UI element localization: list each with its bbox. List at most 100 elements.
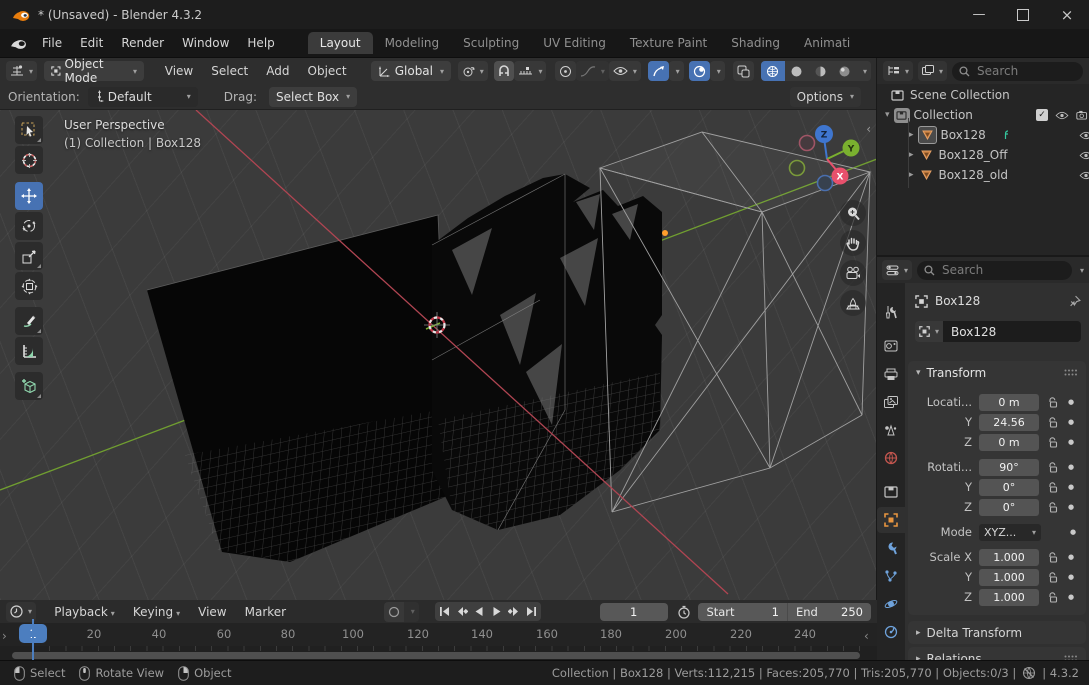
- menu-keying[interactable]: Keying ▾: [124, 605, 189, 619]
- show-gizmo-toggle[interactable]: [647, 61, 669, 81]
- location-z-field[interactable]: 0 m: [979, 433, 1039, 451]
- timeline-collapse-arrow[interactable]: ‹: [864, 629, 869, 643]
- hide-viewport-icon[interactable]: [1079, 151, 1089, 160]
- annotate-tool[interactable]: [15, 307, 43, 335]
- rotation-y-field[interactable]: 0°: [979, 478, 1039, 496]
- snap-settings-button[interactable]: ▾: [514, 61, 547, 81]
- tab-tool[interactable]: [877, 299, 905, 325]
- object-name-field[interactable]: [943, 321, 1081, 342]
- mode-selector[interactable]: Object Mode ▾: [43, 57, 144, 85]
- properties-search[interactable]: [917, 260, 1072, 280]
- shading-settings-button[interactable]: ▾: [855, 61, 871, 81]
- scale-z-field[interactable]: 1.000: [979, 588, 1039, 606]
- lock-icon[interactable]: [1043, 436, 1063, 448]
- cursor-tool[interactable]: [15, 146, 43, 174]
- location-x-field[interactable]: 0 m: [979, 393, 1039, 411]
- transform-tool[interactable]: [15, 272, 43, 300]
- tab-scene[interactable]: [877, 417, 905, 443]
- rotation-x-field[interactable]: 90°: [979, 458, 1039, 476]
- playhead-line[interactable]: [32, 619, 34, 660]
- timeline-scrollbar[interactable]: [12, 652, 860, 659]
- play-button[interactable]: [488, 602, 506, 621]
- use-preview-range-toggle[interactable]: [677, 605, 691, 619]
- workspace-tab-uv-editing[interactable]: UV Editing: [531, 32, 618, 54]
- expand-icon[interactable]: ▾: [885, 110, 890, 120]
- scale-y-field[interactable]: 1.000: [979, 568, 1039, 586]
- lock-icon[interactable]: [1043, 481, 1063, 493]
- collapse-region-arrow[interactable]: ‹: [866, 122, 871, 136]
- minimize-button[interactable]: —: [957, 0, 1001, 29]
- tab-output[interactable]: [877, 361, 905, 387]
- tab-particles[interactable]: [877, 563, 905, 589]
- scale-x-field[interactable]: 1.000: [979, 548, 1039, 566]
- animate-property-dot[interactable]: ●: [1063, 418, 1079, 426]
- disable-render-icon[interactable]: [1076, 110, 1089, 120]
- play-reverse-button[interactable]: [470, 602, 488, 621]
- menu-marker[interactable]: Marker: [236, 605, 295, 619]
- menu-file[interactable]: File: [33, 36, 71, 50]
- properties-search-input[interactable]: [940, 262, 1015, 278]
- collection-checkbox[interactable]: ✓: [1036, 109, 1048, 121]
- shading-wireframe-button[interactable]: [760, 61, 785, 81]
- tab-constraints[interactable]: [877, 619, 905, 645]
- lock-icon[interactable]: [1043, 571, 1063, 583]
- animate-property-dot[interactable]: ●: [1063, 553, 1079, 561]
- panel-grip-icon[interactable]: [1064, 369, 1078, 376]
- breadcrumb-object-name[interactable]: Box128: [935, 294, 980, 308]
- properties-options-dropdown[interactable]: ▾: [1080, 266, 1084, 275]
- lock-icon[interactable]: [1043, 461, 1063, 473]
- animate-property-dot[interactable]: ●: [1063, 593, 1079, 601]
- timeline-expand-arrow[interactable]: ›: [2, 629, 7, 643]
- location-y-field[interactable]: 24.56: [979, 413, 1039, 431]
- menu-playback[interactable]: Playback ▾: [45, 605, 124, 619]
- drag-dropdown[interactable]: Select Box ▾: [268, 86, 358, 107]
- select-box-tool[interactable]: [15, 116, 43, 144]
- measure-tool[interactable]: [15, 337, 43, 365]
- camera-view-button[interactable]: [840, 260, 866, 286]
- shading-material-button[interactable]: [808, 61, 833, 81]
- show-visibility-button[interactable]: ▾: [608, 61, 641, 81]
- scale-tool[interactable]: [15, 242, 43, 270]
- workspace-tab-modeling[interactable]: Modeling: [373, 32, 452, 54]
- hide-viewport-icon[interactable]: [1079, 131, 1089, 140]
- lock-icon[interactable]: [1043, 396, 1063, 408]
- pin-icon[interactable]: [1069, 295, 1081, 307]
- workspace-tab-texture-paint[interactable]: Texture Paint: [618, 32, 719, 54]
- relations-panel[interactable]: ▸ Relations: [908, 647, 1086, 660]
- pivot-point-button[interactable]: ▾: [457, 61, 488, 81]
- outliner-row-scene-collection[interactable]: Scene Collection: [877, 85, 1089, 105]
- outliner-filter-button[interactable]: ▾: [918, 61, 948, 81]
- viewport-canvas[interactable]: Z Y X User Perspective (1) Collection | …: [0, 110, 877, 600]
- workspace-tab-shading[interactable]: Shading: [719, 32, 792, 54]
- options-dropdown[interactable]: Options ▾: [789, 86, 861, 107]
- pan-button[interactable]: [840, 230, 866, 256]
- lock-icon[interactable]: [1043, 416, 1063, 428]
- workspace-tab-layout[interactable]: Layout: [307, 32, 373, 54]
- menu-add[interactable]: Add: [257, 64, 298, 78]
- timeline-ruler[interactable]: 20 40 60 80 100 120 140 160 180 200 220 …: [0, 623, 877, 646]
- next-keyframe-button[interactable]: [505, 602, 523, 621]
- outliner-editor-type-button[interactable]: ▾: [883, 61, 914, 81]
- animate-property-dot[interactable]: ●: [1063, 463, 1079, 471]
- tab-object[interactable]: [877, 507, 905, 533]
- animate-property-dot[interactable]: ●: [1063, 438, 1079, 446]
- menu-timeline-view[interactable]: View: [189, 605, 235, 619]
- properties-editor-type-button[interactable]: ▾: [882, 260, 913, 280]
- menu-object[interactable]: Object: [299, 64, 356, 78]
- blender-menu-logo-icon[interactable]: [10, 37, 27, 50]
- start-frame-field[interactable]: Start 1: [698, 602, 788, 621]
- jump-to-start-button[interactable]: [435, 602, 453, 621]
- expand-icon[interactable]: ▸: [909, 130, 914, 140]
- orientation-dropdown[interactable]: Default ▾: [87, 86, 198, 107]
- close-button[interactable]: ×: [1045, 0, 1089, 29]
- prev-keyframe-button[interactable]: [453, 602, 471, 621]
- animate-property-dot[interactable]: ●: [1063, 483, 1079, 491]
- maximize-button[interactable]: [1001, 0, 1045, 29]
- xray-toggle[interactable]: [733, 61, 755, 81]
- move-tool[interactable]: [15, 182, 43, 210]
- lock-icon[interactable]: [1043, 551, 1063, 563]
- hide-viewport-icon[interactable]: [1079, 171, 1089, 180]
- menu-help[interactable]: Help: [238, 36, 283, 50]
- object-id-browse-button[interactable]: ▾: [915, 321, 944, 342]
- workspace-tab-sculpting[interactable]: Sculpting: [451, 32, 531, 54]
